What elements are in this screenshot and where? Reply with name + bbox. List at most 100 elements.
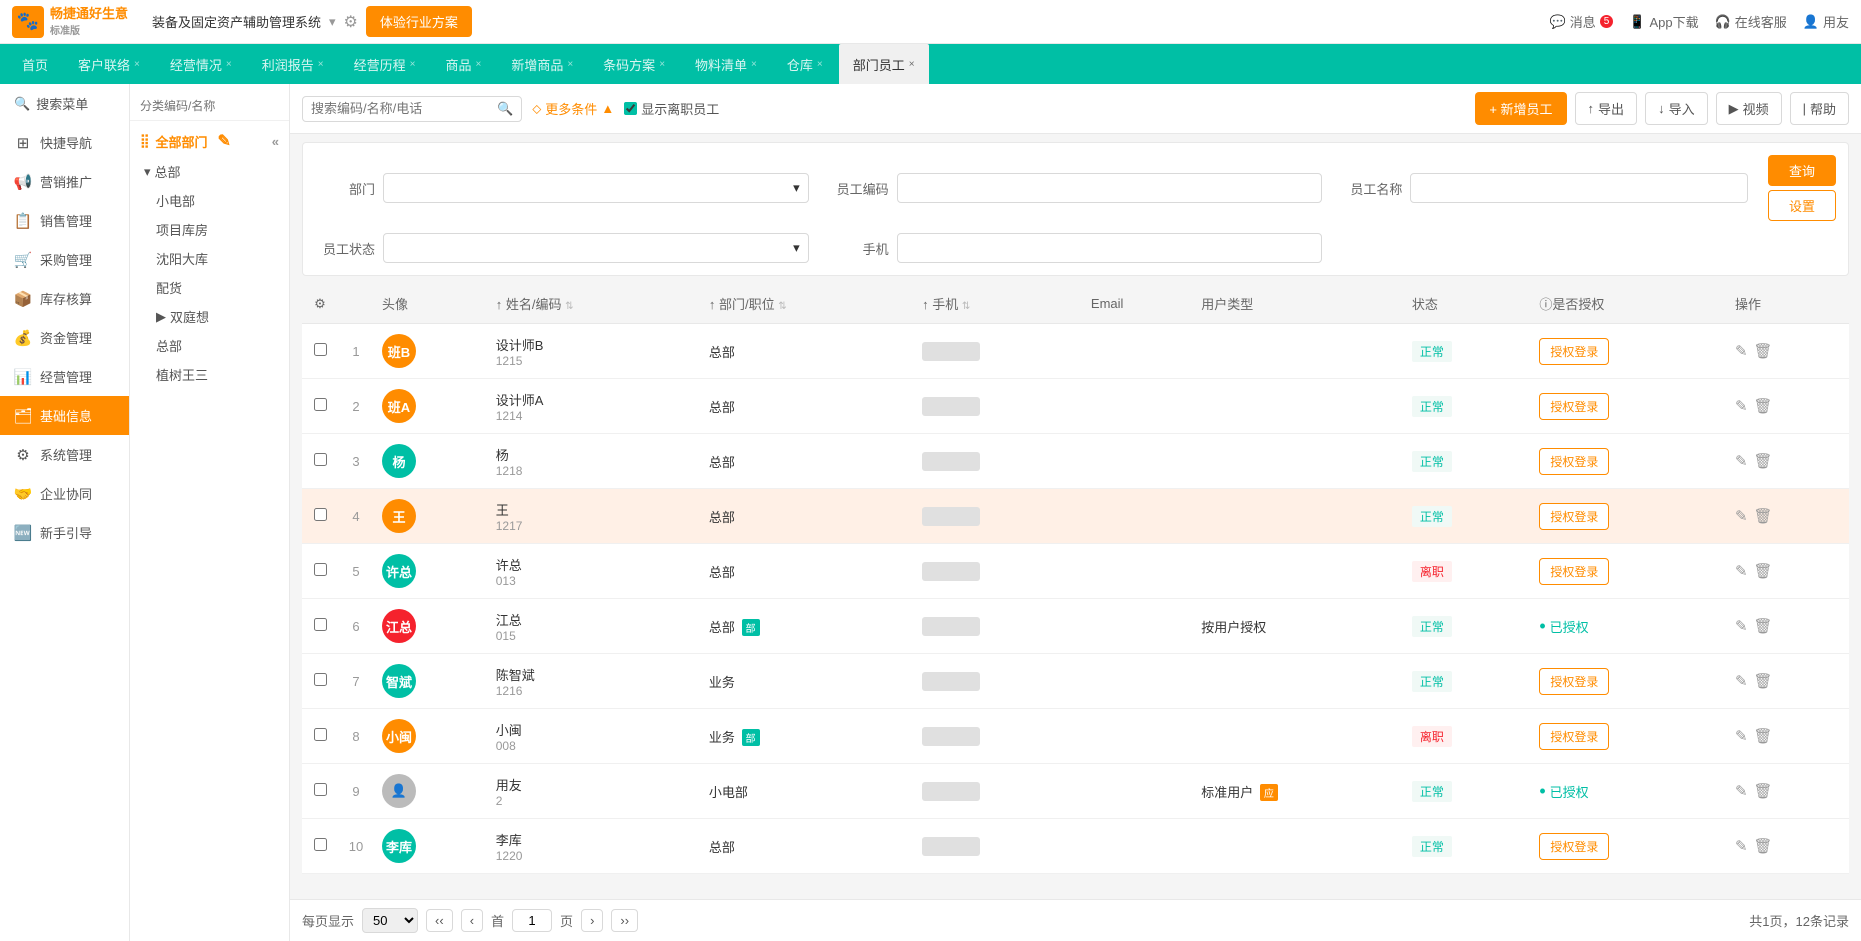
auth-login-button[interactable]: 授权登录 — [1539, 503, 1609, 530]
sidebar-item-sales[interactable]: 📋 销售管理 — [0, 201, 129, 240]
sidebar-item-sys[interactable]: ⚙ 系统管理 — [0, 435, 129, 474]
sys-dropdown-icon[interactable]: ▾ — [329, 14, 336, 30]
gear-icon[interactable]: ⚙ — [344, 12, 358, 32]
filter-empcode-input[interactable] — [897, 173, 1323, 203]
first-page-btn[interactable]: ‹‹ — [426, 909, 453, 932]
sidebar-item-inventory[interactable]: 📦 库存核算 — [0, 279, 129, 318]
delete-button[interactable]: 🗑 — [1754, 672, 1773, 690]
delete-button[interactable]: 🗑 — [1754, 617, 1773, 635]
dept-child-shenyangbig[interactable]: 沈阳大库 — [130, 244, 289, 273]
edit-button[interactable]: ✎ — [1735, 507, 1748, 525]
sidebar-item-marketing[interactable]: 📢 营销推广 — [0, 162, 129, 201]
filter-dept-select[interactable]: ▾ — [383, 173, 809, 203]
close-icon[interactable]: × — [134, 59, 140, 70]
sidebar-item-operation[interactable]: 📊 经营管理 — [0, 357, 129, 396]
row-checkbox[interactable] — [314, 563, 327, 576]
close-icon[interactable]: × — [751, 59, 757, 70]
tab-warehouse[interactable]: 仓库 × — [773, 44, 837, 84]
edit-button[interactable]: ✎ — [1735, 562, 1748, 580]
edit-button[interactable]: ✎ — [1735, 672, 1748, 690]
online-service[interactable]: 🎧 在线客服 — [1715, 12, 1787, 31]
th-name[interactable]: ↑ 姓名/编码 ⇅ — [488, 284, 701, 324]
delete-button[interactable]: 🗑 — [1754, 727, 1773, 745]
dept-child-distribution[interactable]: 配货 — [130, 273, 289, 302]
close-icon[interactable]: × — [817, 59, 823, 70]
tab-customer[interactable]: 客户联络 × — [64, 44, 154, 84]
tab-bom[interactable]: 物料清单 × — [681, 44, 771, 84]
message-icon-group[interactable]: 💬 消息 5 — [1550, 12, 1614, 31]
sidebar-item-corp[interactable]: 🤝 企业协同 — [0, 474, 129, 513]
sidebar-item-capital[interactable]: 💰 资金管理 — [0, 318, 129, 357]
tab-barcode[interactable]: 条码方案 × — [589, 44, 679, 84]
show-resigned-input[interactable] — [624, 102, 637, 115]
tab-home[interactable]: 首页 — [8, 44, 62, 84]
th-settings[interactable]: ⚙ — [302, 284, 338, 324]
row-checkbox[interactable] — [314, 838, 327, 851]
set-button[interactable]: 设置 — [1768, 190, 1836, 221]
row-checkbox[interactable] — [314, 508, 327, 521]
close-icon[interactable]: × — [226, 59, 232, 70]
auth-login-button[interactable]: 授权登录 — [1539, 833, 1609, 860]
delete-button[interactable]: 🗑 — [1754, 342, 1773, 360]
auth-login-button[interactable]: 授权登录 — [1539, 338, 1609, 365]
dept-child-hq[interactable]: 总部 — [130, 331, 289, 360]
auth-login-button[interactable]: 授权登录 — [1539, 393, 1609, 420]
tab-goods[interactable]: 商品 × — [431, 44, 495, 84]
auth-login-button[interactable]: 授权登录 — [1539, 723, 1609, 750]
delete-button[interactable]: 🗑 — [1754, 507, 1773, 525]
close-icon[interactable]: × — [659, 59, 665, 70]
close-icon[interactable]: × — [475, 59, 481, 70]
edit-button[interactable]: ✎ — [1735, 837, 1748, 855]
th-dept[interactable]: ↑ 部门/职位 ⇅ — [701, 284, 914, 324]
sidebar-item-quicknav[interactable]: ⊞ 快捷导航 — [0, 123, 129, 162]
delete-button[interactable]: 🗑 — [1754, 782, 1773, 800]
delete-button[interactable]: 🗑 — [1754, 562, 1773, 580]
edit-button[interactable]: ✎ — [1735, 617, 1748, 635]
row-checkbox[interactable] — [314, 728, 327, 741]
filter-phone-input[interactable] — [897, 233, 1323, 263]
import-button[interactable]: ↓ 导入 — [1645, 92, 1708, 125]
filter-status-select[interactable]: ▾ — [383, 233, 809, 263]
last-page-btn[interactable]: ›› — [611, 909, 638, 932]
delete-button[interactable]: 🗑 — [1754, 397, 1773, 415]
sidebar-search-menu[interactable]: 🔍 搜索菜单 — [0, 84, 129, 123]
per-page-select[interactable]: 50 20 100 — [362, 908, 418, 933]
auth-login-button[interactable]: 授权登录 — [1539, 558, 1609, 585]
tab-history[interactable]: 经营历程 × — [340, 44, 430, 84]
dept-child-projectroom[interactable]: 项目库房 — [130, 215, 289, 244]
tab-operation[interactable]: 经营情况 × — [156, 44, 246, 84]
row-checkbox[interactable] — [314, 673, 327, 686]
prev-page-btn[interactable]: ‹ — [461, 909, 483, 932]
dept-node-headquarters[interactable]: ▾ 总部 — [130, 157, 289, 186]
more-conditions-btn[interactable]: ⬦ 更多条件 ▲ — [532, 99, 614, 118]
search-icon[interactable]: 🔍 — [497, 101, 513, 117]
edit-button[interactable]: ✎ — [1735, 397, 1748, 415]
dept-child-plantking[interactable]: 植树王三 — [130, 360, 289, 389]
dept-edit-icon[interactable]: ✎ — [218, 131, 231, 151]
sidebar-item-basicinfo[interactable]: 🗂 基础信息 — [0, 396, 129, 435]
trial-button[interactable]: 体验行业方案 — [366, 6, 472, 37]
tab-add-goods[interactable]: 新增商品 × — [497, 44, 587, 84]
close-icon[interactable]: × — [318, 59, 324, 70]
query-button[interactable]: 查询 — [1768, 155, 1836, 186]
close-icon[interactable]: × — [410, 59, 416, 70]
page-input[interactable] — [512, 909, 552, 932]
dept-header[interactable]: ⣿ 全部部门 ✎ « — [130, 125, 289, 157]
add-employee-button[interactable]: + 新增员工 — [1475, 92, 1566, 125]
sidebar-item-purchase[interactable]: 🛒 采购管理 — [0, 240, 129, 279]
app-download[interactable]: 📱 App下载 — [1629, 12, 1698, 31]
user-area[interactable]: 👤 用友 — [1803, 12, 1849, 31]
dept-child-shuangting[interactable]: ▶ 双庭想 — [130, 302, 289, 331]
filter-empname-input[interactable] — [1410, 173, 1748, 203]
th-phone[interactable]: ↑ 手机 ⇅ — [914, 284, 1083, 324]
row-checkbox[interactable] — [314, 783, 327, 796]
next-page-btn[interactable]: › — [581, 909, 603, 932]
delete-button[interactable]: 🗑 — [1754, 452, 1773, 470]
row-checkbox[interactable] — [314, 343, 327, 356]
tab-dept-staff[interactable]: 部门员工 × — [839, 44, 929, 84]
auth-login-button[interactable]: 授权登录 — [1539, 668, 1609, 695]
edit-button[interactable]: ✎ — [1735, 452, 1748, 470]
view-button[interactable]: ▶ 视频 — [1716, 92, 1782, 125]
show-resigned-checkbox[interactable]: 显示离职员工 — [624, 99, 719, 118]
edit-button[interactable]: ✎ — [1735, 727, 1748, 745]
